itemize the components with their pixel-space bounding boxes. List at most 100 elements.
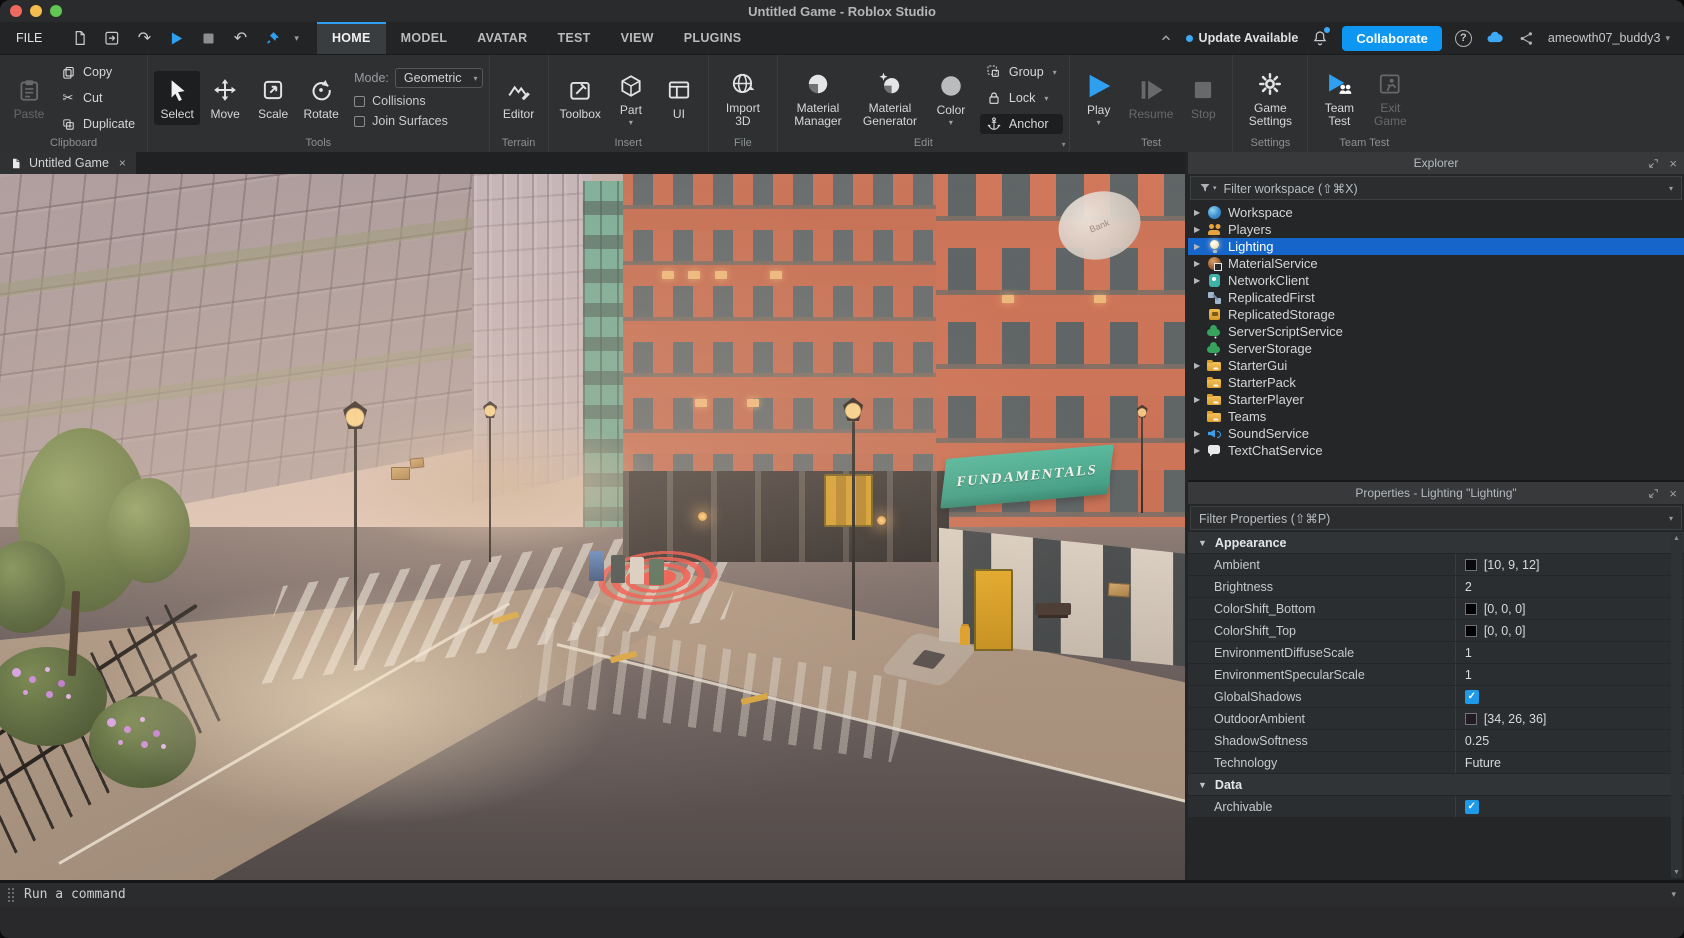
exit-game-button[interactable]: Exit Game xyxy=(1366,65,1414,132)
mode-dropdown[interactable]: Geometric▾ xyxy=(395,68,483,88)
play-quick-icon[interactable] xyxy=(166,28,186,48)
close-panel-icon[interactable]: × xyxy=(1669,486,1677,501)
plugin-brush-icon[interactable] xyxy=(262,28,282,48)
filter-caret-icon[interactable]: ▾ xyxy=(1669,184,1673,193)
help-icon[interactable]: ? xyxy=(1455,30,1472,47)
expand-arrow-icon[interactable]: ▶ xyxy=(1194,276,1207,285)
copy-button[interactable]: Copy xyxy=(54,62,141,82)
dock-panel-icon[interactable] xyxy=(1647,487,1660,500)
join-surfaces-checkbox[interactable]: Join Surfaces xyxy=(354,114,482,128)
filter-caret-icon[interactable]: ▾ xyxy=(1669,514,1673,523)
scale-tool-button[interactable]: Scale xyxy=(250,71,296,125)
anchor-button[interactable]: Anchor xyxy=(980,114,1063,134)
stop-quick-icon[interactable] xyxy=(198,28,218,48)
quickbar-caret-icon[interactable]: ▾ xyxy=(294,33,299,44)
checkbox-checked-icon[interactable]: ✓ xyxy=(1465,800,1479,814)
scroll-up-icon[interactable]: ▲ xyxy=(1673,535,1680,542)
tree-item-teams[interactable]: Teams xyxy=(1188,408,1684,425)
chevron-up-icon[interactable] xyxy=(1159,31,1173,45)
tree-item-starterplayer[interactable]: ▶StarterPlayer xyxy=(1188,391,1684,408)
redo-icon[interactable]: ↷ xyxy=(134,28,154,48)
lock-caret-icon[interactable]: ▾ xyxy=(1044,94,1048,103)
explorer-filter-input[interactable]: ▾ Filter workspace (⇧⌘X) ▾ xyxy=(1190,176,1682,200)
property-value[interactable]: ✓ xyxy=(1456,686,1684,707)
filter-funnel-icon[interactable]: ▾ xyxy=(1199,182,1217,194)
group-caret-icon[interactable]: ▾ xyxy=(1053,68,1057,77)
undo-icon[interactable]: ↶ xyxy=(230,28,250,48)
drag-handle-icon[interactable] xyxy=(8,888,14,902)
expand-arrow-icon[interactable]: ▶ xyxy=(1194,259,1207,268)
expand-arrow-icon[interactable]: ▶ xyxy=(1194,446,1207,455)
new-document-icon[interactable] xyxy=(70,28,90,48)
collaborate-button[interactable]: Collaborate xyxy=(1342,26,1442,51)
document-tab-untitled-game[interactable]: Untitled Game × xyxy=(0,152,136,174)
expand-arrow-icon[interactable]: ▶ xyxy=(1194,361,1207,370)
cut-button[interactable]: ✂Cut xyxy=(54,88,141,108)
color-swatch[interactable] xyxy=(1465,603,1477,615)
paste-button[interactable]: Paste xyxy=(6,71,52,125)
close-panel-icon[interactable]: × xyxy=(1669,156,1677,171)
tree-item-startergui[interactable]: ▶StarterGui xyxy=(1188,357,1684,374)
game-settings-button[interactable]: Game Settings xyxy=(1239,65,1301,132)
property-value[interactable]: 1 xyxy=(1456,664,1684,685)
select-tool-button[interactable]: Select xyxy=(154,71,200,125)
properties-filter-input[interactable]: Filter Properties (⇧⌘P) ▾ xyxy=(1190,506,1682,530)
group-button[interactable]: Group▾ xyxy=(980,62,1063,82)
lock-button[interactable]: Lock▾ xyxy=(980,88,1063,108)
section-header-data[interactable]: ▼Data xyxy=(1188,774,1684,796)
material-generator-button[interactable]: Material Generator xyxy=(854,65,926,132)
command-bar[interactable]: Run a command ▾ xyxy=(0,882,1684,906)
tab-plugins[interactable]: PLUGINS xyxy=(669,22,757,54)
property-value[interactable]: [34, 26, 36] xyxy=(1456,708,1684,729)
color-swatch[interactable] xyxy=(1465,559,1477,571)
expand-arrow-icon[interactable]: ▶ xyxy=(1194,395,1207,404)
tab-avatar[interactable]: AVATAR xyxy=(462,22,542,54)
part-caret-icon[interactable]: ▾ xyxy=(629,120,633,126)
tab-home[interactable]: HOME xyxy=(317,22,386,54)
part-button[interactable]: Part ▾ xyxy=(608,67,654,130)
user-account[interactable]: ameowth07_buddy3▾ xyxy=(1548,31,1670,45)
viewport-canvas[interactable]: Bank FUNDAMENTALS xyxy=(0,174,1185,880)
tree-item-lighting[interactable]: ▶Lighting xyxy=(1188,238,1684,255)
tree-item-starterpack[interactable]: StarterPack xyxy=(1188,374,1684,391)
cloud-sync-icon[interactable] xyxy=(1485,28,1505,48)
property-value[interactable]: 2 xyxy=(1456,576,1684,597)
color-swatch[interactable] xyxy=(1465,713,1477,725)
tree-item-textchatservice[interactable]: ▶TextChatService xyxy=(1188,442,1684,459)
tree-item-replicatedfirst[interactable]: ReplicatedFirst xyxy=(1188,289,1684,306)
property-value[interactable]: 0.25 xyxy=(1456,730,1684,751)
resume-button[interactable]: Resume xyxy=(1124,71,1179,125)
property-value[interactable]: [10, 9, 12] xyxy=(1456,554,1684,575)
move-tool-button[interactable]: Move xyxy=(202,71,248,125)
color-button[interactable]: Color ▾ xyxy=(928,67,974,130)
tab-view[interactable]: VIEW xyxy=(606,22,669,54)
scroll-down-icon[interactable]: ▼ xyxy=(1673,869,1680,876)
expand-arrow-icon[interactable]: ▶ xyxy=(1194,225,1207,234)
tree-item-soundservice[interactable]: ▶SoundService xyxy=(1188,425,1684,442)
stop-button[interactable]: Stop xyxy=(1180,71,1226,125)
ui-button[interactable]: UI xyxy=(656,71,702,125)
tree-item-replicatedstorage[interactable]: ReplicatedStorage xyxy=(1188,306,1684,323)
chevron-down-icon[interactable]: ▾ xyxy=(1671,889,1676,900)
tree-item-workspace[interactable]: ▶Workspace xyxy=(1188,204,1684,221)
properties-scrollbar[interactable]: ▲ ▼ xyxy=(1671,533,1682,878)
import-3d-button[interactable]: Import 3D xyxy=(715,65,771,132)
tree-item-players[interactable]: ▶Players xyxy=(1188,221,1684,238)
notifications-bell-icon[interactable] xyxy=(1311,29,1329,47)
section-header-appearance[interactable]: ▼Appearance xyxy=(1188,532,1684,554)
play-button[interactable]: Play ▾ xyxy=(1076,67,1122,130)
color-caret-icon[interactable]: ▾ xyxy=(949,120,953,126)
properties-header[interactable]: Properties - Lighting "Lighting" × xyxy=(1188,482,1684,504)
tab-test[interactable]: TEST xyxy=(542,22,605,54)
tree-item-serverstorage[interactable]: ServerStorage xyxy=(1188,340,1684,357)
property-value[interactable]: [0, 0, 0] xyxy=(1456,620,1684,641)
collisions-checkbox[interactable]: Collisions xyxy=(354,94,482,108)
toolbox-button[interactable]: Toolbox xyxy=(555,71,606,125)
duplicate-button[interactable]: Duplicate xyxy=(54,114,141,134)
explorer-header[interactable]: Explorer × xyxy=(1188,152,1684,174)
property-value[interactable]: Future xyxy=(1456,752,1684,773)
close-tab-icon[interactable]: × xyxy=(119,156,126,170)
material-manager-button[interactable]: Material Manager xyxy=(784,65,852,132)
file-menu[interactable]: FILE xyxy=(0,22,58,54)
color-swatch[interactable] xyxy=(1465,625,1477,637)
